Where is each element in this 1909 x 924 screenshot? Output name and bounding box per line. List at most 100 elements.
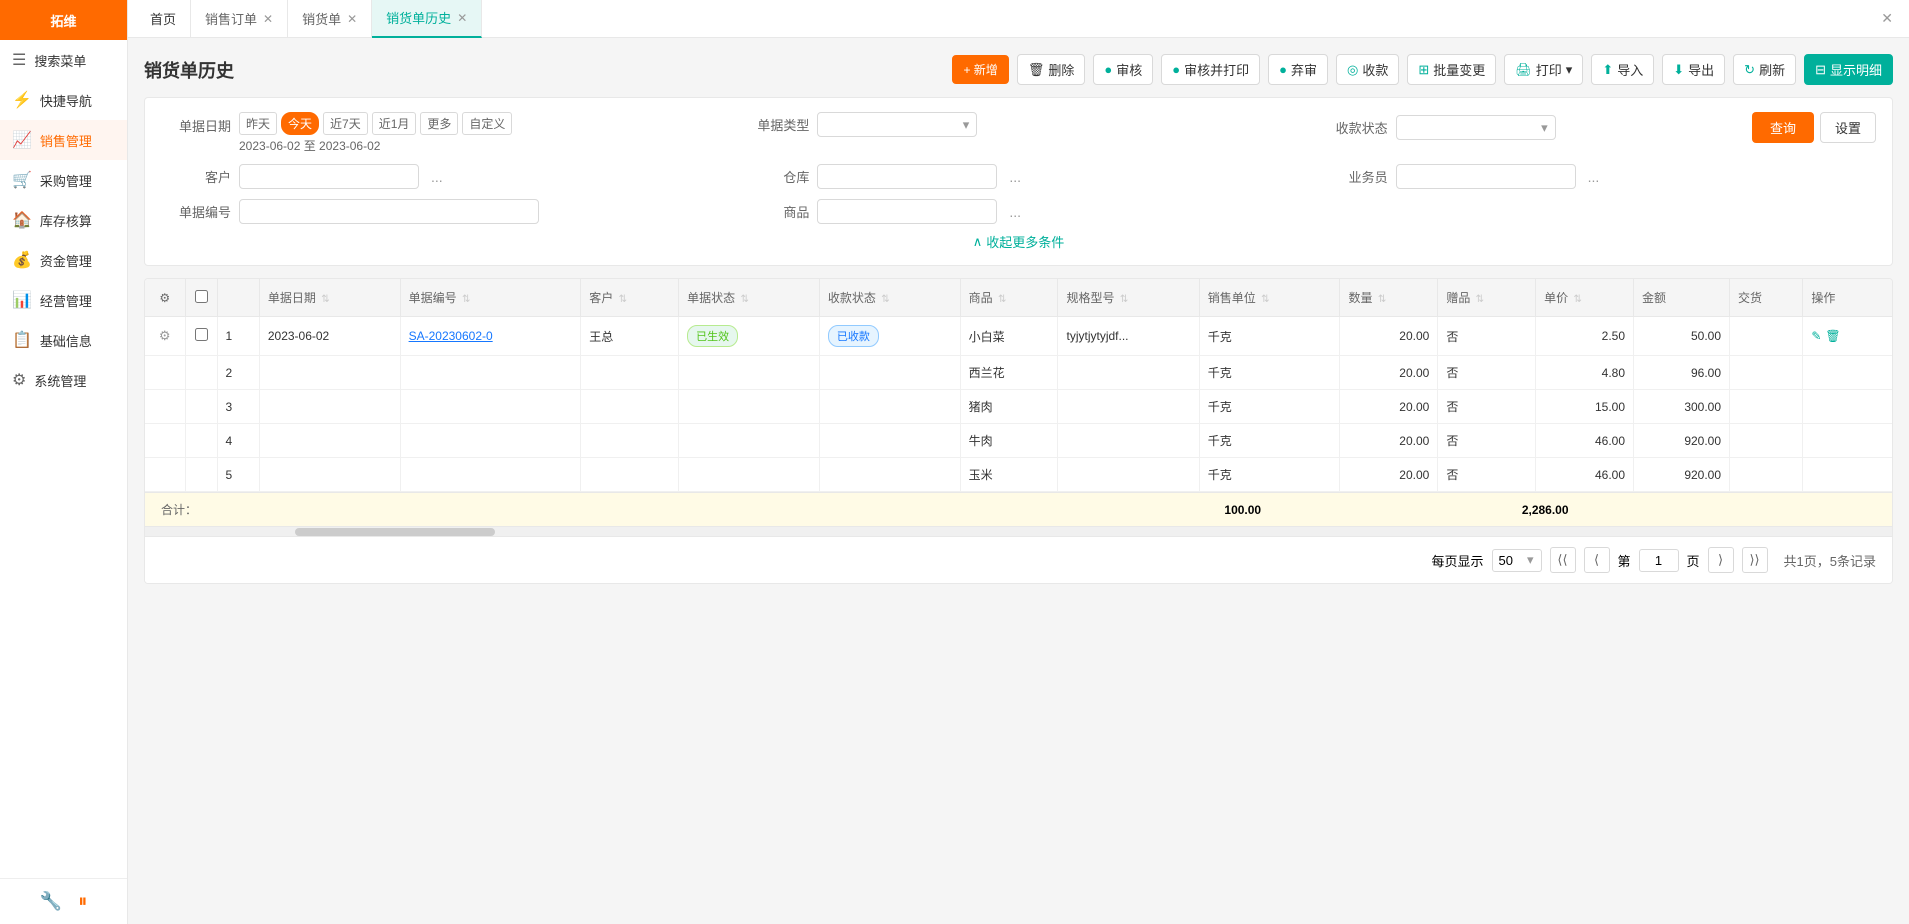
export-button[interactable]: ⬇ 导出 xyxy=(1662,54,1725,85)
operation-icon: 📊 xyxy=(12,290,32,310)
refresh-icon: ↻ xyxy=(1744,62,1755,78)
table-row: 3猪肉千克20.00否15.00300.00 xyxy=(145,390,1892,424)
close-all-tabs[interactable]: ✕ xyxy=(1873,10,1901,27)
delete-action[interactable]: 🗑 xyxy=(1825,329,1840,343)
export-icon: ⬇ xyxy=(1673,62,1684,78)
page-number-input[interactable] xyxy=(1639,549,1679,572)
th-goods[interactable]: 商品 ⇅ xyxy=(960,279,1058,317)
review-print-button[interactable]: ● 审核并打印 xyxy=(1161,54,1260,85)
tab-sales-goods[interactable]: 销货单 ✕ xyxy=(288,0,372,38)
doc-type-label: 单据类型 xyxy=(739,115,809,134)
tab-sales-history[interactable]: 销货单历史 ✕ xyxy=(372,0,482,38)
sidebar-item-search-menu[interactable]: ☰ 搜索菜单 xyxy=(0,40,127,80)
date-btn-yesterday[interactable]: 昨天 xyxy=(239,112,277,135)
show-detail-button[interactable]: ⊟ 显示明细 xyxy=(1804,54,1893,85)
warehouse-input[interactable] xyxy=(817,164,997,189)
per-page-select[interactable]: 50 100 xyxy=(1492,549,1542,572)
prev-page-button[interactable]: ⟨ xyxy=(1584,547,1610,573)
review-button[interactable]: ● 审核 xyxy=(1093,54,1153,85)
new-button[interactable]: + 新增 xyxy=(952,55,1008,84)
date-btn-more[interactable]: 更多 xyxy=(420,112,458,135)
first-page-button[interactable]: ⟨⟨ xyxy=(1550,547,1576,573)
finance-icon: 💰 xyxy=(12,250,32,270)
th-checkbox xyxy=(185,279,217,317)
next-page-button[interactable]: ⟩ xyxy=(1708,547,1734,573)
doc-no-label: 单据编号 xyxy=(161,202,231,221)
staff-input[interactable] xyxy=(1396,164,1576,189)
sidebar-item-purchase-mgmt[interactable]: 🛒 采购管理 xyxy=(0,160,127,200)
date-btn-1month[interactable]: 近1月 xyxy=(372,112,417,135)
doc-no-link[interactable]: SA-20230602-0 xyxy=(409,329,493,343)
date-btn-custom[interactable]: 自定义 xyxy=(462,112,512,135)
th-doc-no[interactable]: 单据编号 ⇅ xyxy=(400,279,581,317)
warehouse-ellipsis[interactable]: ... xyxy=(1005,169,1025,185)
date-btn-today[interactable]: 今天 xyxy=(281,112,319,135)
th-doc-date[interactable]: 单据日期 ⇅ xyxy=(259,279,400,317)
customer-ellipsis[interactable]: ... xyxy=(427,169,447,185)
abandon-button[interactable]: ● 弃审 xyxy=(1268,54,1328,85)
th-collect-status[interactable]: 收款状态 ⇅ xyxy=(819,279,960,317)
sidebar-item-finance[interactable]: 💰 资金管理 xyxy=(0,240,127,280)
table-body: ⚙12023-06-02SA-20230602-0王总已生效已收款小白菜tyjy… xyxy=(145,317,1892,492)
collect-status-select[interactable] xyxy=(1396,115,1556,140)
scrollbar-thumb[interactable] xyxy=(295,528,495,536)
print-button[interactable]: 🖨 打印 ▾ xyxy=(1504,54,1583,85)
tab-sales-order[interactable]: 销售订单 ✕ xyxy=(191,0,288,38)
sidebar-item-label: 系统管理 xyxy=(34,371,86,390)
edit-action[interactable]: ✎ xyxy=(1811,329,1821,343)
th-gift[interactable]: 赠品 ⇅ xyxy=(1438,279,1536,317)
close-sales-goods-tab[interactable]: ✕ xyxy=(347,12,357,26)
sales-icon: 📈 xyxy=(12,130,32,150)
sidebar-item-system[interactable]: ⚙ 系统管理 xyxy=(0,360,127,400)
horizontal-scrollbar[interactable] xyxy=(145,526,1892,536)
main-area: 首页 销售订单 ✕ 销货单 ✕ 销货单历史 ✕ ✕ 销货单历史 + 新增 🗑 删… xyxy=(128,0,1909,924)
th-unit[interactable]: 销售单位 ⇅ xyxy=(1199,279,1340,317)
batch-change-button[interactable]: ⊞ 批量变更 xyxy=(1407,54,1496,85)
goods-ellipsis[interactable]: ... xyxy=(1005,204,1025,220)
date-btn-7days[interactable]: 近7天 xyxy=(323,112,368,135)
sidebar-item-operation[interactable]: 📊 经营管理 xyxy=(0,280,127,320)
goods-input[interactable] xyxy=(817,199,997,224)
doc-status-badge: 已生效 xyxy=(687,325,738,347)
sidebar-collapse-icon[interactable]: ⏸ xyxy=(78,891,87,912)
table-footer: 合计： 100.00 2,286.00 xyxy=(145,492,1892,526)
detail-icon: ⊟ xyxy=(1815,62,1826,78)
sidebar-item-inventory[interactable]: 🏠 库存核算 xyxy=(0,200,127,240)
th-unit-price[interactable]: 单价 ⇅ xyxy=(1536,279,1634,317)
row-checkbox[interactable] xyxy=(195,328,208,341)
customer-input[interactable] xyxy=(239,164,419,189)
doc-type-select[interactable] xyxy=(817,112,977,137)
purchase-icon: 🛒 xyxy=(12,170,32,190)
close-sales-history-tab[interactable]: ✕ xyxy=(457,11,467,25)
th-gear[interactable]: ⚙ xyxy=(145,279,185,317)
data-table: ⚙ 单据日期 ⇅ 单据编号 ⇅ 客户 ⇅ 单据状态 ⇅ 收款状态 ⇅ 商品 ⇅ … xyxy=(145,279,1892,492)
close-sales-order-tab[interactable]: ✕ xyxy=(263,12,273,26)
set-button[interactable]: 设置 xyxy=(1820,112,1876,143)
collapse-button[interactable]: ∧ 收起更多条件 xyxy=(161,232,1876,251)
th-actions: 操作 xyxy=(1803,279,1892,317)
goods-label: 商品 xyxy=(739,202,809,221)
sidebar-item-sales-mgmt[interactable]: 📈 销售管理 xyxy=(0,120,127,160)
sidebar-item-basic-info[interactable]: 📋 基础信息 xyxy=(0,320,127,360)
th-qty[interactable]: 数量 ⇅ xyxy=(1340,279,1438,317)
collect-icon: ◎ xyxy=(1347,62,1358,78)
query-button[interactable]: 查询 xyxy=(1752,112,1814,143)
sidebar-settings-icon[interactable]: 🔧 xyxy=(40,891,62,912)
sidebar: 拓维 ☰ 搜索菜单 ⚡ 快捷导航 📈 销售管理 🛒 采购管理 🏠 库存核算 💰 … xyxy=(0,0,128,924)
doc-no-input[interactable] xyxy=(239,199,539,224)
th-doc-status[interactable]: 单据状态 ⇅ xyxy=(679,279,820,317)
collect-button[interactable]: ◎ 收款 xyxy=(1336,54,1399,85)
import-button[interactable]: ⬆ 导入 xyxy=(1591,54,1654,85)
sidebar-item-quick-nav[interactable]: ⚡ 快捷导航 xyxy=(0,80,127,120)
staff-ellipsis[interactable]: ... xyxy=(1584,169,1604,185)
last-page-button[interactable]: ⟩⟩ xyxy=(1742,547,1768,573)
row-gear-icon[interactable]: ⚙ xyxy=(159,328,171,343)
select-all-checkbox[interactable] xyxy=(195,290,208,303)
tab-home[interactable]: 首页 xyxy=(136,0,191,38)
refresh-button[interactable]: ↻ 刷新 xyxy=(1733,54,1796,85)
th-customer[interactable]: 客户 ⇅ xyxy=(581,279,679,317)
page-prefix: 第 xyxy=(1618,551,1631,570)
th-spec[interactable]: 规格型号 ⇅ xyxy=(1058,279,1199,317)
delete-button[interactable]: 🗑 删除 xyxy=(1017,54,1086,85)
filter-panel: 单据日期 昨天 今天 近7天 近1月 更多 自定义 2023-06-02 至 2… xyxy=(144,97,1893,266)
